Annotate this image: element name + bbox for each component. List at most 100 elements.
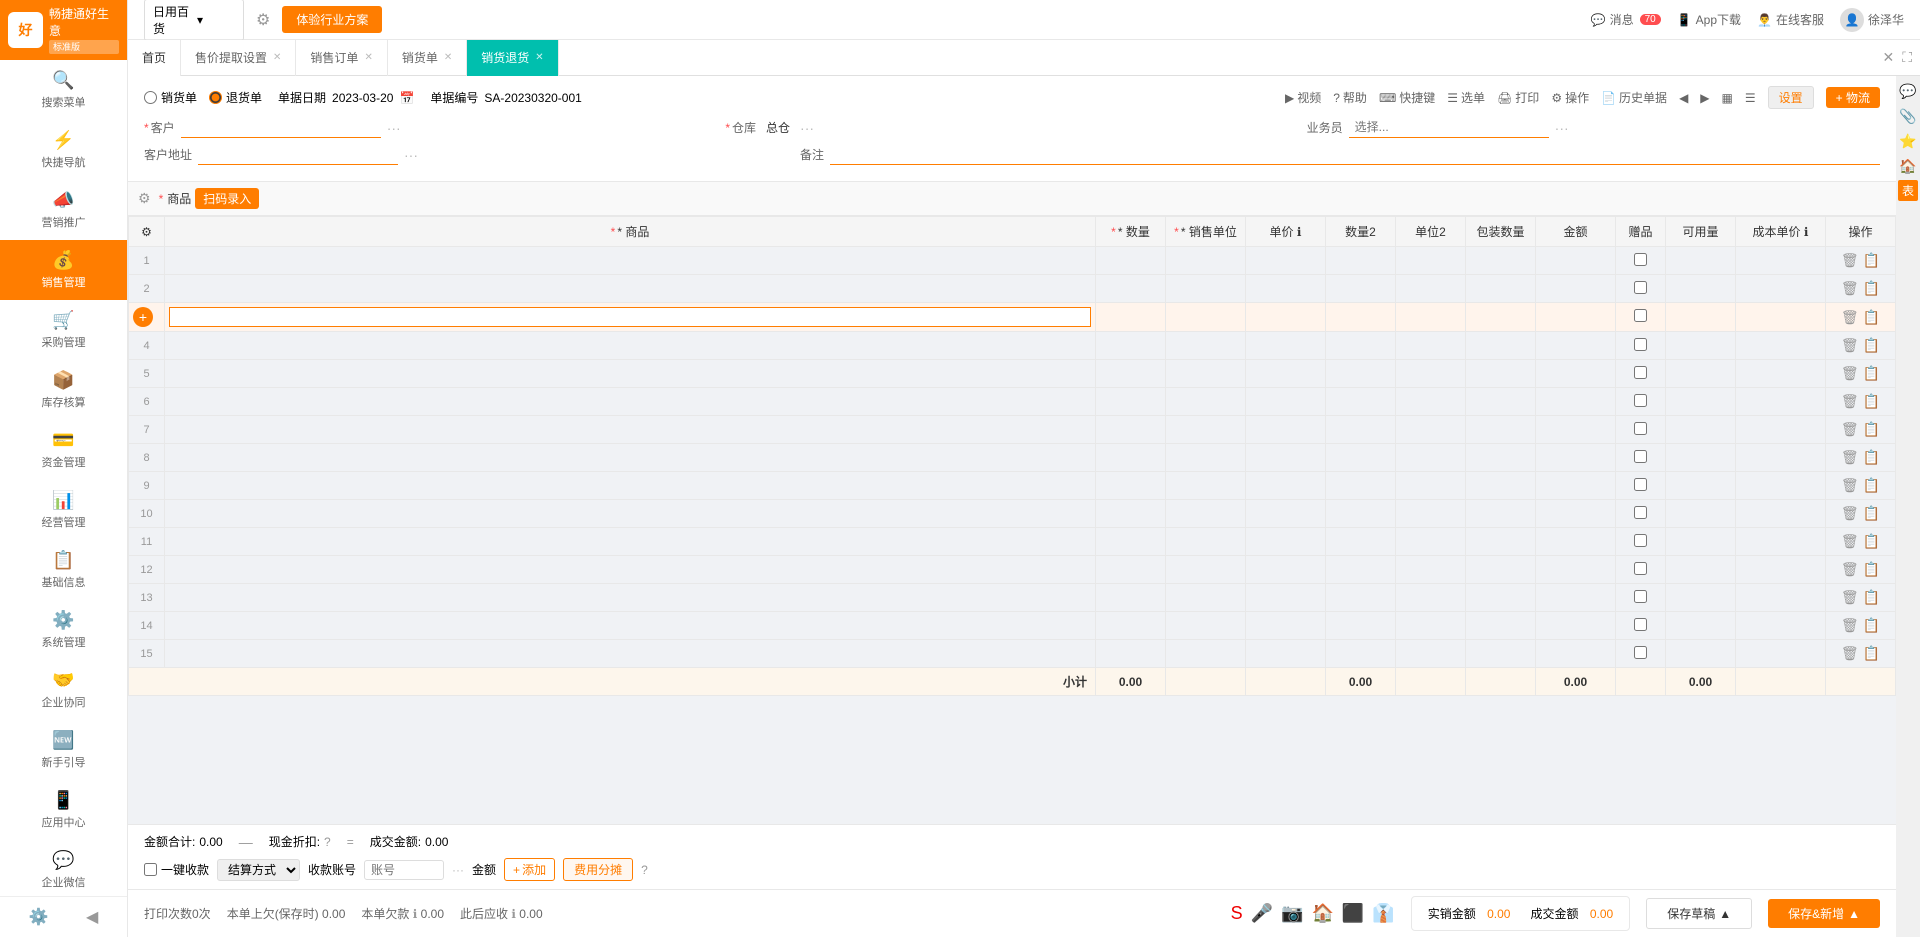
pack_qty-cell[interactable] — [1466, 500, 1536, 528]
tab-sales-return[interactable]: 销货退货 ✕ — [467, 40, 558, 76]
qty2-cell[interactable] — [1326, 500, 1396, 528]
qty-cell[interactable] — [1096, 612, 1166, 640]
product-cell[interactable] — [165, 303, 1096, 332]
sidebar-item-basic[interactable]: 📋 基础信息 — [0, 540, 127, 600]
settings-bottom-icon[interactable]: ⚙️ — [29, 907, 49, 927]
delete-icon[interactable]: 🗑 — [1841, 337, 1859, 354]
close-icon[interactable]: ✕ — [364, 52, 372, 63]
add-logistics-button[interactable]: + 物流 — [1826, 87, 1880, 108]
account-input[interactable] — [364, 860, 444, 880]
qty-cell[interactable] — [1096, 472, 1166, 500]
copy-icon[interactable]: 📋 — [1863, 280, 1880, 297]
message-btn[interactable]: 💬 消息 70 — [1591, 11, 1661, 28]
sidebar-item-wechat[interactable]: 💬 企业微信 — [0, 840, 127, 896]
sidebar-item-operations[interactable]: 📊 经营管理 — [0, 480, 127, 540]
price-cell[interactable] — [1246, 584, 1326, 612]
available-cell[interactable] — [1666, 472, 1736, 500]
copy-icon[interactable]: 📋 — [1863, 449, 1880, 466]
topbar-settings-icon[interactable]: ⚙ — [256, 10, 270, 30]
unit-cell[interactable] — [1166, 388, 1246, 416]
product-input[interactable] — [169, 307, 1091, 327]
delete-icon[interactable]: 🗑 — [1841, 533, 1859, 550]
available-cell[interactable] — [1666, 444, 1736, 472]
product-cell[interactable] — [165, 556, 1096, 584]
warehouse-dots[interactable]: ··· — [800, 120, 814, 136]
calc-method-select[interactable]: 结算方式 — [217, 859, 300, 881]
delete-icon[interactable]: 🗑 — [1841, 645, 1859, 662]
tab-home[interactable]: 首页 — [128, 40, 181, 76]
unit2-cell[interactable] — [1396, 303, 1466, 332]
available-cell[interactable] — [1666, 303, 1736, 332]
delete-icon[interactable]: 🗑 — [1841, 280, 1859, 297]
gift-checkbox[interactable] — [1634, 366, 1647, 379]
available-cell[interactable] — [1666, 388, 1736, 416]
pack_qty-cell[interactable] — [1466, 416, 1536, 444]
product-cell[interactable] — [165, 584, 1096, 612]
unit2-cell[interactable] — [1396, 444, 1466, 472]
product-cell[interactable] — [165, 444, 1096, 472]
delete-icon[interactable]: 🗑 — [1841, 365, 1859, 382]
radio-return[interactable]: 退货单 — [209, 89, 262, 106]
qty-cell[interactable] — [1096, 388, 1166, 416]
price-cell[interactable] — [1246, 388, 1326, 416]
delete-icon[interactable]: 🗑 — [1841, 561, 1859, 578]
qty-cell[interactable] — [1096, 303, 1166, 332]
amount-cell[interactable] — [1536, 640, 1616, 668]
pack_qty-cell[interactable] — [1466, 332, 1536, 360]
right-icon-3[interactable]: ⭐ — [1898, 130, 1918, 153]
calendar-icon[interactable]: 📅 — [399, 91, 414, 105]
available-cell[interactable] — [1666, 332, 1736, 360]
gift-checkbox[interactable] — [1634, 309, 1647, 322]
delete-icon[interactable]: 🗑 — [1841, 477, 1859, 494]
qty-cell[interactable] — [1096, 528, 1166, 556]
unit2-cell[interactable] — [1396, 500, 1466, 528]
copy-icon[interactable]: 📋 — [1863, 645, 1880, 662]
copy-icon[interactable]: 📋 — [1863, 365, 1880, 382]
cost-cell[interactable] — [1736, 528, 1826, 556]
unit2-cell[interactable] — [1396, 556, 1466, 584]
history-btn[interactable]: 📄 历史单据 — [1601, 89, 1667, 106]
unit2-cell[interactable] — [1396, 416, 1466, 444]
cost-cell[interactable] — [1736, 388, 1826, 416]
video-btn[interactable]: ▶ 视频 — [1285, 89, 1321, 106]
unit2-cell[interactable] — [1396, 275, 1466, 303]
pack_qty-cell[interactable] — [1466, 303, 1536, 332]
table-settings-icon[interactable]: ⚙ — [138, 190, 151, 207]
qty-cell[interactable] — [1096, 444, 1166, 472]
cost-cell[interactable] — [1736, 247, 1826, 275]
pack_qty-cell[interactable] — [1466, 275, 1536, 303]
amount-cell[interactable] — [1536, 388, 1616, 416]
gift-checkbox[interactable] — [1634, 562, 1647, 575]
one-click-pay-checkbox[interactable]: 一键收款 — [144, 861, 209, 878]
amount-cell[interactable] — [1536, 303, 1616, 332]
pack_qty-cell[interactable] — [1466, 528, 1536, 556]
qty-cell[interactable] — [1096, 584, 1166, 612]
price-cell[interactable] — [1246, 556, 1326, 584]
qty2-cell[interactable] — [1326, 612, 1396, 640]
qty-cell[interactable] — [1096, 640, 1166, 668]
unit-cell[interactable] — [1166, 640, 1246, 668]
copy-icon[interactable]: 📋 — [1863, 617, 1880, 634]
copy-icon[interactable]: 📋 — [1863, 421, 1880, 438]
sidebar-item-enterprise[interactable]: 🤝 企业协同 — [0, 660, 127, 720]
qty-cell[interactable] — [1096, 275, 1166, 303]
right-icon-1[interactable]: 💬 — [1898, 80, 1918, 103]
unit-cell[interactable] — [1166, 444, 1246, 472]
qty-cell[interactable] — [1096, 360, 1166, 388]
price-cell[interactable] — [1246, 360, 1326, 388]
experience-button[interactable]: 体验行业方案 — [282, 6, 382, 33]
close-icon[interactable]: ✕ — [535, 52, 543, 63]
product-cell[interactable] — [165, 528, 1096, 556]
pack_qty-cell[interactable] — [1466, 360, 1536, 388]
gift-checkbox[interactable] — [1634, 618, 1647, 631]
qty2-cell[interactable] — [1326, 640, 1396, 668]
amount-cell[interactable] — [1536, 528, 1616, 556]
amount-cell[interactable] — [1536, 275, 1616, 303]
gift-checkbox[interactable] — [1634, 338, 1647, 351]
delete-icon[interactable]: 🗑 — [1841, 393, 1859, 410]
cost-cell[interactable] — [1736, 556, 1826, 584]
price-cell[interactable] — [1246, 444, 1326, 472]
industry-select[interactable]: 日用百货 ▾ — [144, 0, 244, 41]
amount-cell[interactable] — [1536, 612, 1616, 640]
unit-cell[interactable] — [1166, 416, 1246, 444]
